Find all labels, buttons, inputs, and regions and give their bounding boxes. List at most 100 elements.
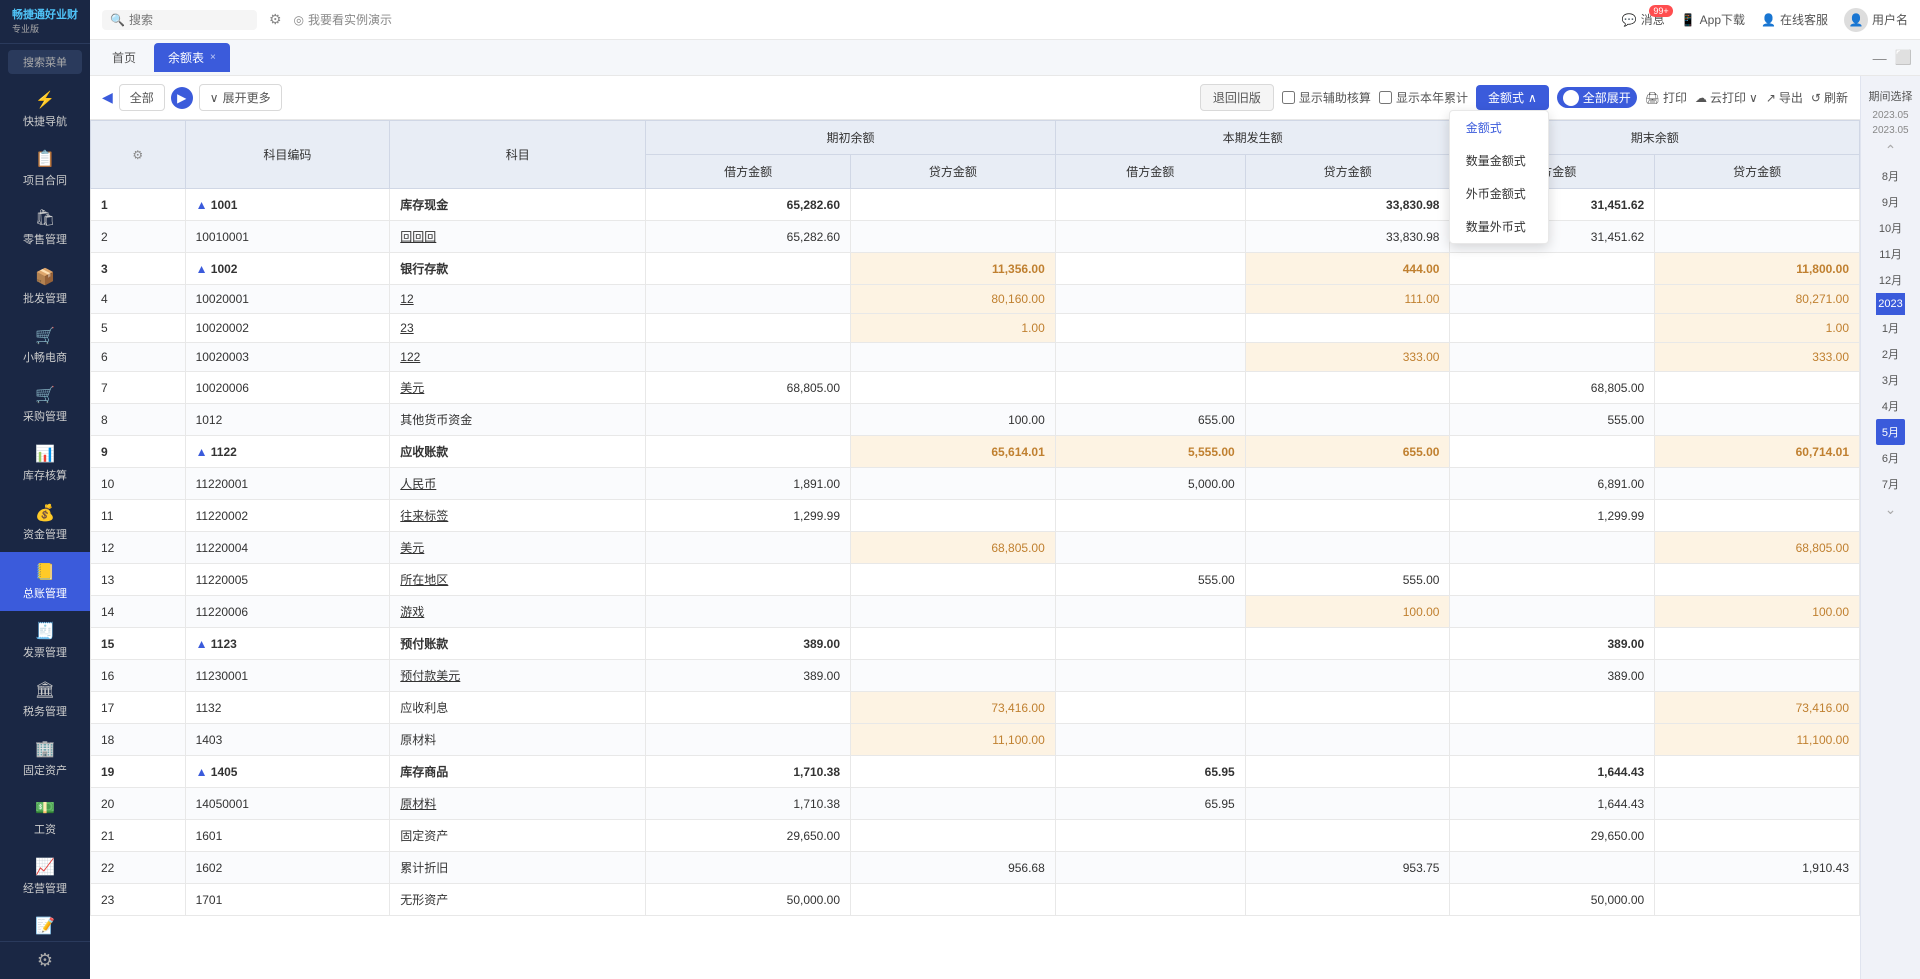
co-credit-cell [1245,372,1450,404]
table-row: 231701无形资产50,000.0050,000.00 [91,884,1860,916]
month-item-3[interactable]: 11月 [1876,241,1904,267]
app-download-button[interactable]: 📱 App下载 [1681,11,1745,28]
pb-credit-cell [851,221,1056,253]
dropdown-item-qty-amount[interactable]: 数量金额式 [1450,144,1548,177]
tab-close-icon[interactable]: × [210,52,216,63]
sidebar-item-8[interactable]: 📒总账管理 [0,552,90,611]
pb-credit-cell [851,372,1056,404]
amount-type-wrapper: 金额式 ∧ 金额式 数量金额式 外币金额式 数量外币式 [1476,85,1549,110]
messages-button[interactable]: 💬 消息 99+ [1622,11,1665,28]
user-profile[interactable]: 👤 用户名 [1844,8,1908,32]
pb-credit-cell [851,628,1056,660]
sidebar-search-button[interactable]: 搜索菜单 [8,50,82,74]
header-left: 🔍 ⚙ ◎ 我要看实例演示 [102,10,392,30]
settings-gear-icon[interactable]: ⚙ [269,11,282,28]
back-old-version-button[interactable]: 退回旧版 [1200,84,1274,111]
main-area: 🔍 ⚙ ◎ 我要看实例演示 💬 消息 99+ 📱 App下载 👤 在线客服 [90,0,1920,979]
show-assist-checkbox[interactable] [1282,91,1295,104]
table-settings-icon[interactable]: ⚙ [132,148,143,162]
co-debit-cell [1055,343,1245,372]
month-item-4[interactable]: 12月 [1876,267,1904,293]
month-item-9[interactable]: 4月 [1876,393,1904,419]
month-item-7[interactable]: 2月 [1876,341,1904,367]
subject-cell: 其他货币资金 [390,404,646,436]
expand-down-icon[interactable]: ⌄ [1885,501,1897,518]
pe-credit-cell [1655,564,1860,596]
sidebar-item-3[interactable]: 📦批发管理 [0,257,90,316]
sidebar-item-12[interactable]: 💵工资 [0,788,90,847]
seq-cell: 17 [91,692,186,724]
sidebar-item-2[interactable]: 🛍零售管理 [0,198,90,257]
pb-credit-cell [851,756,1056,788]
pb-credit-cell: 100.00 [851,404,1056,436]
sidebar-item-1[interactable]: 📋项目合同 [0,139,90,198]
month-item-5[interactable]: 2023 [1876,293,1904,315]
expand-all-toggle[interactable]: 全部展开 [1557,87,1637,108]
expand-up-icon[interactable]: ⌃ [1885,142,1897,159]
month-item-1[interactable]: 9月 [1876,189,1904,215]
chevron-up-icon: ∧ [1528,91,1537,105]
sidebar-item-10[interactable]: 🏛税务管理 [0,670,90,729]
seq-cell: 14 [91,596,186,628]
sidebar-item-6[interactable]: 📊库存核算 [0,434,90,493]
sidebar-item-9[interactable]: 🧾发票管理 [0,611,90,670]
code-cell: 10020003 [185,343,390,372]
code-cell: ▲ 1405 [185,756,390,788]
amount-type-button[interactable]: 金额式 ∧ [1476,85,1549,110]
sidebar-label-11: 固定资产 [23,762,67,778]
sidebar-item-0[interactable]: ⚡快捷导航 [0,80,90,139]
back-arrow-icon[interactable]: ◀ [102,89,113,106]
print-button[interactable]: 🖨 打印 [1645,89,1687,106]
dropdown-item-foreign[interactable]: 外币金额式 [1450,177,1548,210]
month-item-8[interactable]: 3月 [1876,367,1904,393]
show-yearly-checkbox[interactable] [1379,91,1392,104]
sidebar-item-7[interactable]: 💰资金管理 [0,493,90,552]
tab-maximize-icon[interactable]: ⬜ [1895,49,1912,66]
sidebar-item-5[interactable]: 🛒采购管理 [0,375,90,434]
table-row: 1111220002往来标签1,299.991,299.99 [91,500,1860,532]
settings-icon[interactable]: ⚙ [37,950,53,971]
co-debit-cell [1055,692,1245,724]
expand-more-button[interactable]: ∨ 展开更多 [199,84,282,111]
sidebar-icon-11: 🏢 [35,739,55,759]
co-debit-cell: 65.95 [1055,756,1245,788]
tab-balance[interactable]: 余额表 × [154,43,230,72]
month-item-2[interactable]: 10月 [1876,215,1904,241]
sidebar-item-14[interactable]: 📝小畅报销 [0,906,90,941]
demo-button[interactable]: ◎ 我要看实例演示 [294,11,393,28]
cloud-print-button[interactable]: ☁ 云打印 ∨ [1695,89,1758,106]
pe-credit-cell: 1.00 [1655,314,1860,343]
sidebar-item-13[interactable]: 📈经营管理 [0,847,90,906]
month-item-12[interactable]: 7月 [1876,471,1904,497]
sidebar-item-4[interactable]: 🛒小畅电商 [0,316,90,375]
pb-debit-cell: 1,299.99 [646,500,851,532]
pe-credit-cell [1655,820,1860,852]
search-input[interactable] [129,13,249,27]
refresh-label: 刷新 [1824,89,1848,106]
export-button[interactable]: ↗ 导出 [1766,89,1803,106]
month-list: 8月9月10月11月12月20231月2月3月4月5月6月7月 [1876,163,1904,497]
all-button[interactable]: 全部 [119,84,165,111]
month-item-10[interactable]: 5月 [1876,419,1904,445]
month-item-0[interactable]: 8月 [1876,163,1904,189]
table-row: 210010001回回回65,282.6033,830.9831,451.62 [91,221,1860,253]
seq-cell: 4 [91,285,186,314]
sidebar: 畅捷通好业财 专业版 搜索菜单 ⚡快捷导航📋项目合同🛍零售管理📦批发管理🛒小畅电… [0,0,90,979]
dropdown-item-qty-foreign[interactable]: 数量外币式 [1450,210,1548,243]
month-item-6[interactable]: 1月 [1876,315,1904,341]
seq-cell: 10 [91,468,186,500]
seq-cell: 22 [91,852,186,884]
month-item-11[interactable]: 6月 [1876,445,1904,471]
pb-debit-cell [646,532,851,564]
online-service-button[interactable]: 👤 在线客服 [1761,11,1828,28]
seq-cell: 12 [91,532,186,564]
tab-minimize-icon[interactable]: — [1873,50,1887,66]
sidebar-item-11[interactable]: 🏢 固定资产 [0,729,90,788]
forward-arrow-button[interactable]: ▶ [171,87,193,109]
sidebar-icon-13: 📈 [35,857,55,877]
refresh-button[interactable]: ↺ 刷新 [1811,89,1848,106]
dropdown-item-amount[interactable]: 金额式 [1450,111,1548,144]
pb-debit-cell: 389.00 [646,660,851,692]
tab-home[interactable]: 首页 [98,43,150,72]
subject-cell: 库存商品 [390,756,646,788]
